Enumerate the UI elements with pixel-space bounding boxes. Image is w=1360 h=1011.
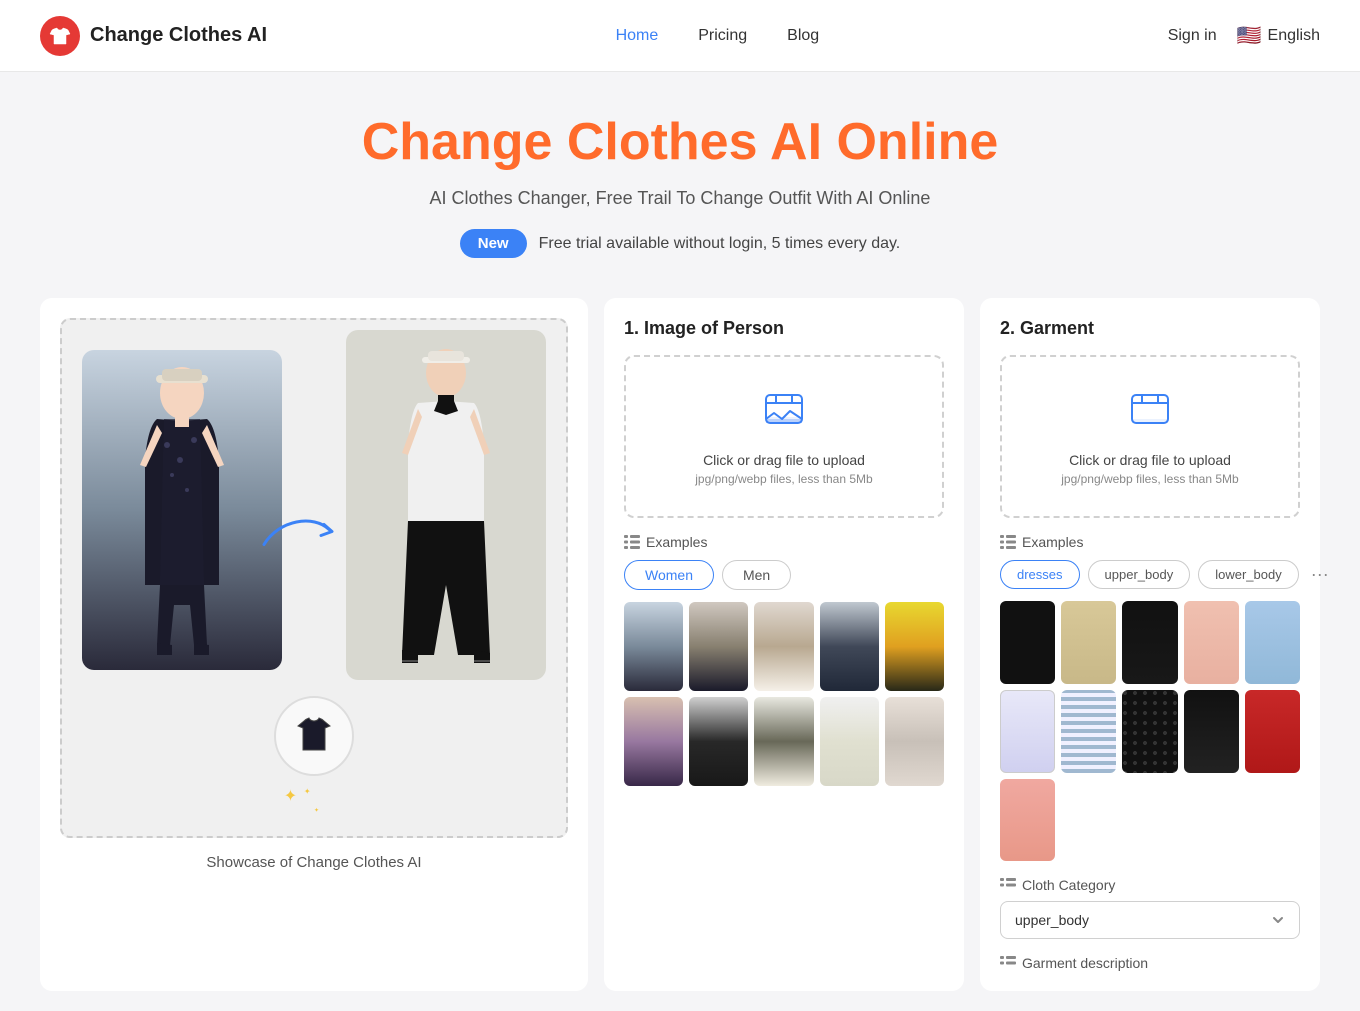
person-panel-title: 1. Image of Person	[624, 318, 944, 339]
cloth-category-text: Cloth Category	[1022, 877, 1115, 893]
garment-example-7[interactable]	[1061, 690, 1116, 773]
garment-tab-dresses[interactable]: dresses	[1000, 560, 1080, 589]
person-examples-label: Examples	[624, 534, 944, 550]
person-example-5[interactable]	[885, 602, 944, 691]
category-list-icon	[1000, 878, 1016, 892]
arrow-decoration	[259, 509, 339, 564]
hero-badge-row: New Free trial available without login, …	[40, 229, 1320, 258]
person-filter-tabs: Women Men	[624, 560, 944, 590]
garment-panel: 2. Garment Click or drag file to upload …	[980, 298, 1320, 991]
upload-inbox-icon	[646, 387, 922, 440]
flag-icon: 🇺🇸	[1237, 23, 1262, 48]
person-example-8[interactable]	[754, 697, 813, 786]
filter-men-tab[interactable]: Men	[722, 560, 791, 590]
garment-upload-subtext: jpg/png/webp files, less than 5Mb	[1022, 472, 1278, 486]
logo-container[interactable]: Change Clothes AI	[40, 16, 267, 56]
logo-text: Change Clothes AI	[90, 24, 267, 47]
language-label: English	[1268, 27, 1320, 45]
garment-upload-text: Click or drag file to upload	[1022, 452, 1278, 468]
person-example-9[interactable]	[820, 697, 879, 786]
free-trial-text: Free trial available without login, 5 ti…	[539, 235, 901, 253]
garment-examples-grid	[1000, 601, 1300, 861]
garment-example-8[interactable]	[1122, 690, 1177, 773]
person-before	[82, 350, 282, 670]
header: Change Clothes AI Home Pricing Blog Sign…	[0, 0, 1360, 72]
showcase-panel: ✦ ✦ ✦	[40, 298, 588, 991]
hero-subtitle: AI Clothes Changer, Free Trail To Change…	[40, 188, 1320, 209]
filter-women-tab[interactable]: Women	[624, 560, 714, 590]
garment-example-11[interactable]	[1000, 779, 1055, 862]
more-tabs-button[interactable]: ···	[1311, 564, 1329, 585]
person-upload-text: Click or drag file to upload	[646, 452, 922, 468]
logo-icon	[40, 16, 80, 56]
examples-text: Examples	[646, 534, 707, 550]
new-badge: New	[460, 229, 527, 258]
person-after	[346, 330, 546, 680]
garment-list-icon	[1000, 535, 1016, 549]
person-example-3[interactable]	[754, 602, 813, 691]
desc-list-icon	[1000, 956, 1016, 970]
garment-example-6[interactable]	[1000, 690, 1055, 773]
person-panel: 1. Image of Person Click or	[604, 298, 964, 991]
person-example-2[interactable]	[689, 602, 748, 691]
header-right: Sign in 🇺🇸 English	[1168, 23, 1320, 48]
person-upload-subtext: jpg/png/webp files, less than 5Mb	[646, 472, 922, 486]
hero-section: Change Clothes AI Online AI Clothes Chan…	[40, 112, 1320, 258]
garment-example-4[interactable]	[1184, 601, 1239, 684]
main-content: Change Clothes AI Online AI Clothes Chan…	[0, 72, 1360, 1011]
garment-examples-label: Examples	[1000, 534, 1300, 550]
cloth-category-section: Cloth Category upper_body	[1000, 877, 1300, 939]
garment-tab-upper[interactable]: upper_body	[1088, 560, 1191, 589]
garment-example-10[interactable]	[1245, 690, 1300, 773]
garment-desc-text: Garment description	[1022, 955, 1148, 971]
garment-upload-zone[interactable]: Click or drag file to upload jpg/png/web…	[1000, 355, 1300, 518]
sparkle-icon: ✦	[284, 786, 297, 806]
garment-filter-tabs: dresses upper_body lower_body ···	[1000, 560, 1300, 589]
person-upload-zone[interactable]: Click or drag file to upload jpg/png/web…	[624, 355, 944, 518]
sign-in-button[interactable]: Sign in	[1168, 27, 1217, 45]
cloth-category-value: upper_body	[1015, 912, 1089, 928]
garment-example-1[interactable]	[1000, 601, 1055, 684]
cloth-category-select[interactable]: upper_body	[1000, 901, 1300, 939]
sparkle-small-icon: ✦	[304, 787, 311, 796]
showcase-inner: ✦ ✦ ✦	[60, 318, 568, 838]
person-example-4[interactable]	[820, 602, 879, 691]
person-example-1[interactable]	[624, 602, 683, 691]
list-icon	[624, 535, 640, 549]
nav-blog[interactable]: Blog	[787, 27, 819, 45]
chevron-down-icon	[1271, 913, 1285, 927]
hero-title: Change Clothes AI Online	[40, 112, 1320, 172]
garment-tab-lower[interactable]: lower_body	[1198, 560, 1299, 589]
garment-example-9[interactable]	[1184, 690, 1239, 773]
person-example-6[interactable]	[624, 697, 683, 786]
content-grid: ✦ ✦ ✦	[40, 298, 1320, 991]
sparkle-tiny-icon: ✦	[314, 807, 319, 814]
garment-example-2[interactable]	[1061, 601, 1116, 684]
language-selector[interactable]: 🇺🇸 English	[1237, 23, 1320, 48]
garment-examples-text: Examples	[1022, 534, 1083, 550]
garment-desc-label: Garment description	[1000, 955, 1300, 971]
main-nav: Home Pricing Blog	[616, 27, 820, 45]
garment-upload-icon	[1022, 387, 1278, 440]
garment-example-3[interactable]	[1122, 601, 1177, 684]
showcase-caption: Showcase of Change Clothes AI	[60, 854, 568, 871]
garment-bubble	[274, 696, 354, 776]
garment-example-5[interactable]	[1245, 601, 1300, 684]
person-example-10[interactable]	[885, 697, 944, 786]
person-examples-grid	[624, 602, 944, 786]
person-example-7[interactable]	[689, 697, 748, 786]
garment-panel-title: 2. Garment	[1000, 318, 1300, 339]
cloth-category-label: Cloth Category	[1000, 877, 1300, 893]
nav-home[interactable]: Home	[616, 27, 659, 45]
nav-pricing[interactable]: Pricing	[698, 27, 747, 45]
